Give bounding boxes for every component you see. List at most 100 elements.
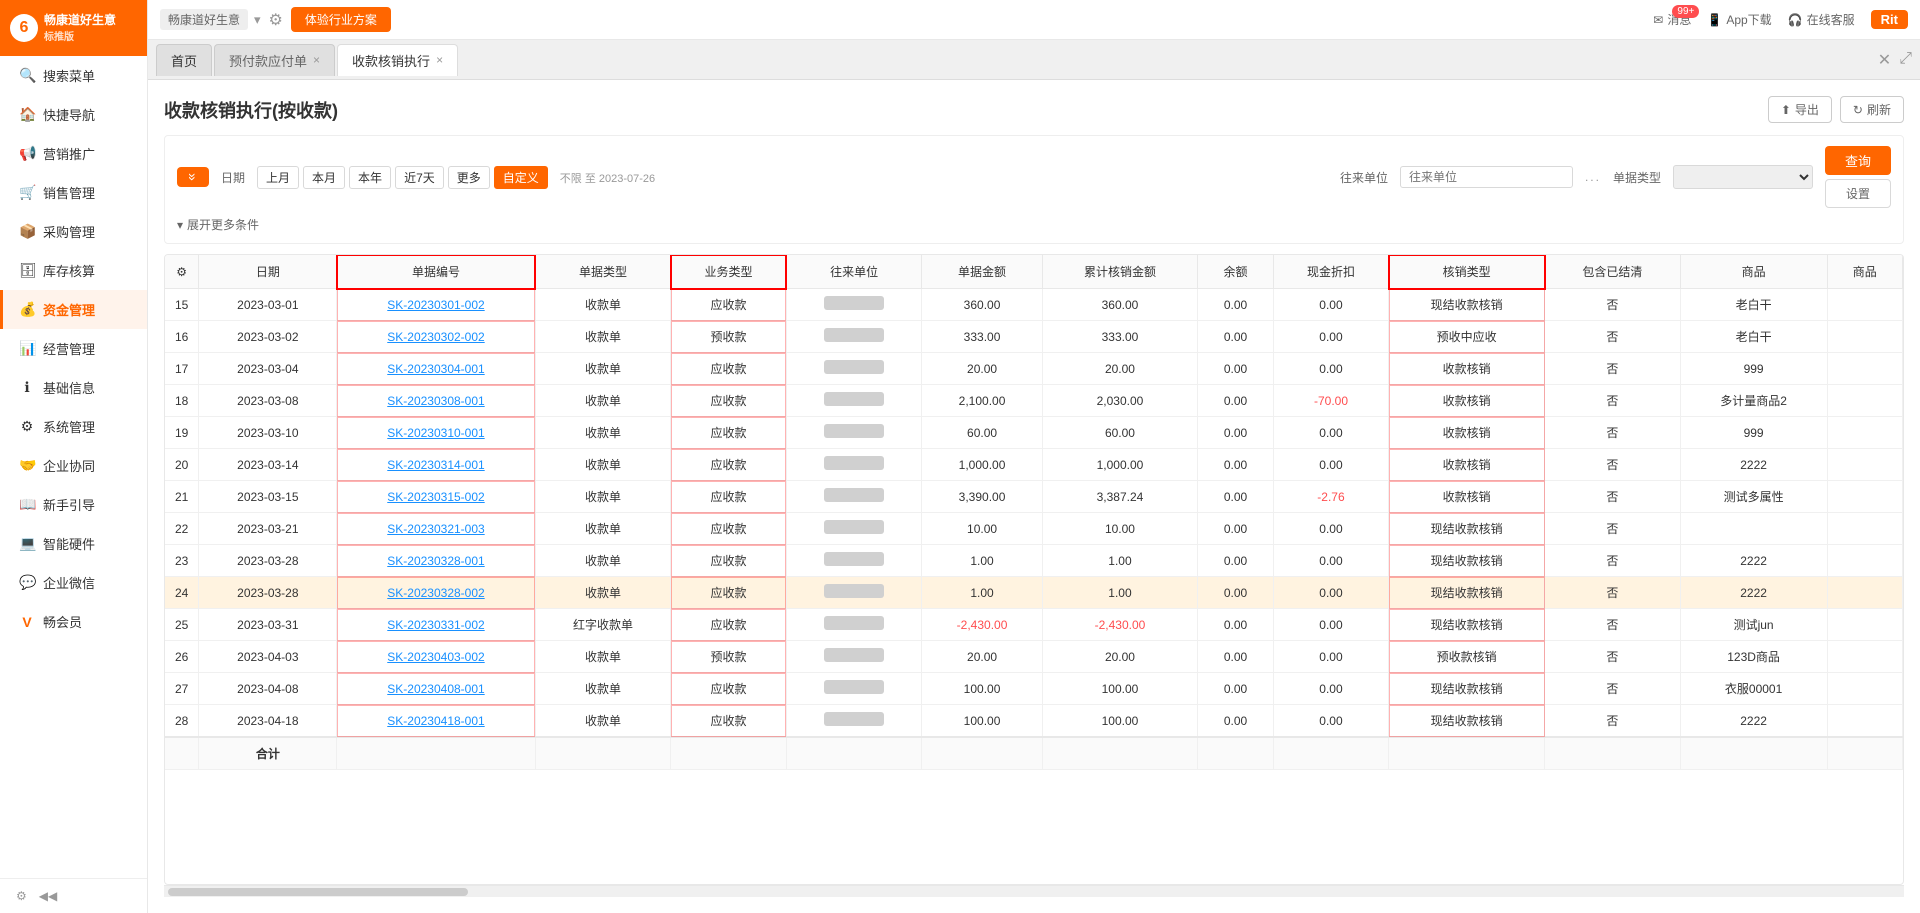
sidebar-item-enterprise[interactable]: 🤝 企业协同 — [0, 446, 147, 485]
table-cell: 否 — [1545, 353, 1681, 385]
date-btn-lastmonth[interactable]: 上月 — [257, 166, 299, 189]
sidebar-item-guide[interactable]: 📖 新手引导 — [0, 485, 147, 524]
scroll-thumb[interactable] — [168, 888, 468, 896]
date-btn-thisyear[interactable]: 本年 — [349, 166, 391, 189]
table-cell: -2.76 — [1273, 481, 1389, 513]
table-cell[interactable]: SK-20230418-001 — [337, 705, 535, 738]
sidebar-item-purchase[interactable]: 📦 采购管理 — [0, 212, 147, 251]
sidebar-item-inventory[interactable]: 🗄 库存核算 — [0, 251, 147, 290]
table-cell: 333.00 — [922, 321, 1042, 353]
filter-expand-toggle[interactable]: » — [177, 167, 209, 187]
table-cell: 否 — [1545, 673, 1681, 705]
sidebar-item-member[interactable]: V 畅会员 — [0, 602, 147, 641]
table-cell[interactable]: SK-20230301-002 — [337, 289, 535, 321]
tab-home[interactable]: 首页 — [156, 44, 212, 76]
sidebar-item-search[interactable]: 🔍 搜索菜单 — [0, 56, 147, 95]
table-cell: 0.00 — [1198, 289, 1273, 321]
wechat-icon: 💬 — [19, 574, 35, 591]
close-window-icon[interactable]: ✕ — [1878, 50, 1891, 70]
sidebar-item-marketing[interactable]: 📢 营销推广 — [0, 134, 147, 173]
th-product2: 商品 — [1827, 255, 1903, 289]
industry-btn[interactable]: 体验行业方案 — [291, 7, 391, 32]
table-cell[interactable]: SK-20230321-003 — [337, 513, 535, 545]
gear-icon[interactable]: ⚙ — [269, 10, 283, 30]
table-cell[interactable]: SK-20230314-001 — [337, 449, 535, 481]
date-btn-thismonth[interactable]: 本月 — [303, 166, 345, 189]
table-cell[interactable]: SK-20230331-002 — [337, 609, 535, 641]
tab-prepay[interactable]: 预付款应付单 × — [214, 44, 335, 76]
table-cell: 2023-03-08 — [199, 385, 337, 417]
table-cell[interactable]: SK-20230308-001 — [337, 385, 535, 417]
export-btn[interactable]: ⬆ 导出 — [1768, 96, 1832, 123]
sidebar-item-operations[interactable]: 📊 经营管理 — [0, 329, 147, 368]
sidebar-item-label: 基础信息 — [43, 378, 95, 397]
dropdown-icon[interactable]: ▾ — [254, 12, 261, 28]
table-cell — [786, 577, 922, 609]
sidebar-item-hardware[interactable]: 💻 智能硬件 — [0, 524, 147, 563]
date-btn-7days[interactable]: 近7天 — [395, 166, 444, 189]
footer-settings-icon[interactable]: ⚙ — [16, 889, 27, 903]
partner-input[interactable] — [1400, 166, 1573, 188]
table-cell: 123D商品 — [1680, 641, 1827, 673]
message-area[interactable]: ✉ 消息 99+ — [1653, 11, 1691, 28]
table-cell[interactable]: SK-20230328-002 — [337, 577, 535, 609]
tab-receive-close[interactable]: × — [436, 53, 443, 67]
table-cell[interactable]: SK-20230403-002 — [337, 641, 535, 673]
table-row: 182023-03-08SK-20230308-001收款单应收款2,100.0… — [165, 385, 1903, 417]
table-cell[interactable]: SK-20230328-001 — [337, 545, 535, 577]
table-cell: 0.00 — [1273, 449, 1389, 481]
table-cell: 否 — [1545, 545, 1681, 577]
sidebar-item-finance[interactable]: 💰 资金管理 — [0, 290, 147, 329]
table-row: 162023-03-02SK-20230302-002收款单预收款333.003… — [165, 321, 1903, 353]
blurred-value — [824, 488, 884, 502]
sidebar-item-system[interactable]: ⚙ 系统管理 — [0, 407, 147, 446]
table-cell[interactable]: SK-20230310-001 — [337, 417, 535, 449]
sidebar-item-sales[interactable]: 🛒 销售管理 — [0, 173, 147, 212]
partner-label: 往来单位 — [1340, 169, 1388, 186]
tab-prepay-close[interactable]: × — [313, 53, 320, 67]
setting-btn[interactable]: 设置 — [1825, 179, 1891, 208]
table-cell: 应收款 — [671, 385, 787, 417]
maximize-icon[interactable]: ⤢ — [1899, 50, 1912, 70]
marketing-icon: 📢 — [19, 145, 35, 162]
table-cell — [1827, 289, 1903, 321]
table-cell[interactable]: SK-20230408-001 — [337, 673, 535, 705]
table-row: 212023-03-15SK-20230315-002收款单应收款3,390.0… — [165, 481, 1903, 513]
app-download[interactable]: 📱 App下载 — [1707, 11, 1771, 28]
sidebar-item-base[interactable]: ℹ 基础信息 — [0, 368, 147, 407]
guide-icon: 📖 — [19, 496, 35, 513]
table-body: 152023-03-01SK-20230301-002收款单应收款360.003… — [165, 289, 1903, 770]
online-service[interactable]: 🎧 在线客服 — [1788, 11, 1855, 28]
action-buttons: 查询 设置 — [1825, 146, 1891, 208]
sidebar-item-shortcut[interactable]: 🏠 快捷导航 — [0, 95, 147, 134]
table-cell: 0.00 — [1198, 641, 1273, 673]
table-cell: 1.00 — [922, 577, 1042, 609]
sidebar-item-label: 销售管理 — [43, 183, 95, 202]
user-avatar[interactable]: Rit — [1871, 10, 1908, 29]
table-cell: 应收款 — [671, 673, 787, 705]
doc-type-select[interactable] — [1673, 165, 1813, 189]
table-cell: 2023-03-02 — [199, 321, 337, 353]
member-icon: V — [19, 614, 35, 630]
table-header-row: ⚙ 日期 单据编号 单据类型 业务类型 往来单位 单据金额 累计核销金额 余额 … — [165, 255, 1903, 289]
total-cell — [671, 737, 787, 770]
sidebar-item-wechat[interactable]: 💬 企业微信 — [0, 563, 147, 602]
table-cell: 收款单 — [535, 673, 671, 705]
table-cell: 333.00 — [1042, 321, 1198, 353]
expand-more-btn[interactable]: ▾ 展开更多条件 — [177, 216, 259, 233]
blurred-value — [824, 552, 884, 566]
date-btn-custom[interactable]: 自定义 — [494, 166, 548, 189]
table-cell[interactable]: SK-20230304-001 — [337, 353, 535, 385]
table-cell: 26 — [165, 641, 199, 673]
table-cell[interactable]: SK-20230315-002 — [337, 481, 535, 513]
query-btn[interactable]: 查询 — [1825, 146, 1891, 175]
logo-sub: 标推版 — [44, 28, 116, 43]
tab-receive[interactable]: 收款核销执行 × — [337, 44, 458, 76]
refresh-btn[interactable]: ↻ 刷新 — [1840, 96, 1904, 123]
app-logo: 6 畅康道好生意 标推版 — [0, 0, 147, 56]
footer-collapse-icon[interactable]: ◀◀ — [39, 889, 57, 903]
total-cell — [1273, 737, 1389, 770]
date-btn-more[interactable]: 更多 — [448, 166, 490, 189]
table-cell[interactable]: SK-20230302-002 — [337, 321, 535, 353]
blurred-value — [824, 712, 884, 726]
